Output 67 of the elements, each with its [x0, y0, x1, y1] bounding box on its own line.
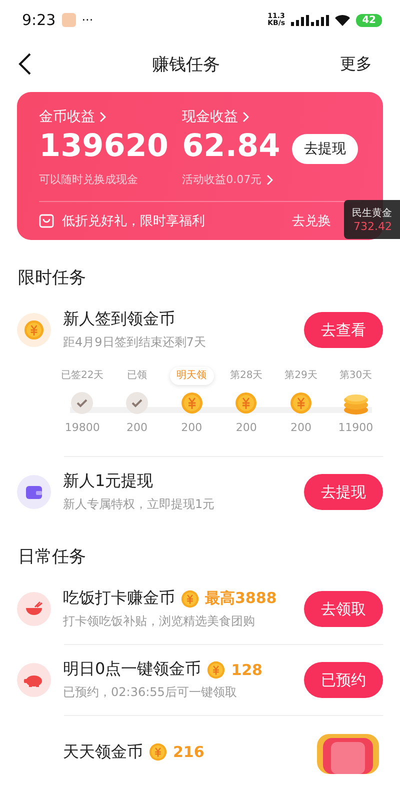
task-subtitle: 已预约，02:36:55后可一键领取 — [63, 684, 238, 701]
section-title: 限时任务 — [17, 267, 87, 289]
withdraw-button[interactable]: 去提现 — [292, 134, 358, 164]
piggy-bank-icon — [24, 673, 44, 687]
reward-amount: 216 — [173, 743, 204, 761]
reward-amount: 128 — [231, 660, 262, 678]
task-button[interactable]: 已预约 — [304, 662, 383, 698]
chevron-right-icon — [266, 174, 274, 186]
battery-indicator: 42 — [356, 14, 382, 26]
promo-text: 低折兑好礼，限时享福利 — [62, 213, 205, 230]
wallet-icon — [25, 484, 43, 500]
reward-amount: 最高3888 — [205, 589, 277, 608]
day-label: 第28天 — [230, 369, 263, 383]
day-label: 第30天 — [339, 369, 372, 383]
task-title: 新人1元提现 — [63, 471, 154, 492]
coin-icon — [290, 392, 312, 414]
coin-earnings-value: 139620 — [39, 128, 170, 164]
coin-amount: 19800 — [64, 421, 100, 434]
coin-icon — [180, 392, 203, 414]
tooltip-bubble: 明天领 — [170, 367, 214, 385]
signal-icon — [291, 14, 330, 26]
check-icon — [126, 392, 148, 414]
coin-earnings-label[interactable]: 金币收益 — [39, 108, 95, 126]
coin-amount: 200 — [290, 421, 312, 434]
coin-amount: 200 — [181, 421, 202, 434]
wifi-icon — [335, 14, 350, 26]
coin-icon — [24, 320, 44, 340]
day-label: 第29天 — [284, 369, 318, 383]
task-title: 吃饭打卡赚金币 — [63, 588, 175, 609]
task-subtitle: 新人专属特权，立即提现1元 — [63, 496, 216, 513]
task-title: 新人签到领金币 — [63, 309, 176, 330]
activity-earnings-note[interactable]: 活动收益0.07元 — [182, 172, 262, 187]
coin-amount: 11900 — [338, 421, 374, 434]
floating-widget[interactable]: 民生黄金 732.42 — [344, 200, 400, 239]
coin-icon — [181, 590, 199, 608]
task-button[interactable]: 去领取 — [304, 591, 383, 627]
widget-value: 732.42 — [354, 220, 392, 233]
coin-earnings-note: 可以随时兑换成现金 — [39, 172, 139, 187]
cash-earnings-value: 62.84 — [182, 128, 280, 164]
chevron-right-icon — [242, 111, 250, 123]
back-icon[interactable] — [18, 53, 32, 75]
task-button[interactable]: 去查看 — [304, 312, 383, 348]
cash-earnings-label[interactable]: 现金收益 — [182, 108, 238, 126]
coin-icon — [207, 660, 226, 678]
coin-icon — [235, 392, 258, 414]
coin-icon — [149, 743, 167, 761]
more-notifications: ··· — [82, 13, 94, 27]
chevron-right-icon — [99, 111, 107, 123]
task-button[interactable]: 去提现 — [304, 474, 383, 510]
more-link[interactable]: 更多 — [340, 54, 372, 74]
widget-title: 民生黄金 — [352, 206, 392, 220]
bowl-icon — [25, 601, 43, 617]
redeem-link[interactable]: 去兑换 — [292, 212, 331, 230]
day-label: 已领 — [127, 369, 147, 383]
coin-amount: 200 — [236, 421, 257, 434]
task-title: 明日0点一键领金币 — [63, 659, 202, 680]
page-title: 赚钱任务 — [151, 54, 221, 76]
status-time: 9:23 — [22, 11, 56, 29]
gift-box-icon — [39, 214, 54, 228]
check-icon — [71, 392, 94, 414]
task-subtitle: 距4月9日签到结束还剩7天 — [63, 334, 207, 351]
task-subtitle: 打卡领吃饭补贴，浏览精选美食团购 — [63, 613, 256, 630]
task-title: 天天领金币 — [63, 742, 143, 762]
coin-amount: 200 — [126, 421, 148, 434]
day-label: 已签22天 — [60, 369, 104, 383]
section-title: 日常任务 — [17, 546, 87, 568]
app-icon — [62, 13, 76, 27]
